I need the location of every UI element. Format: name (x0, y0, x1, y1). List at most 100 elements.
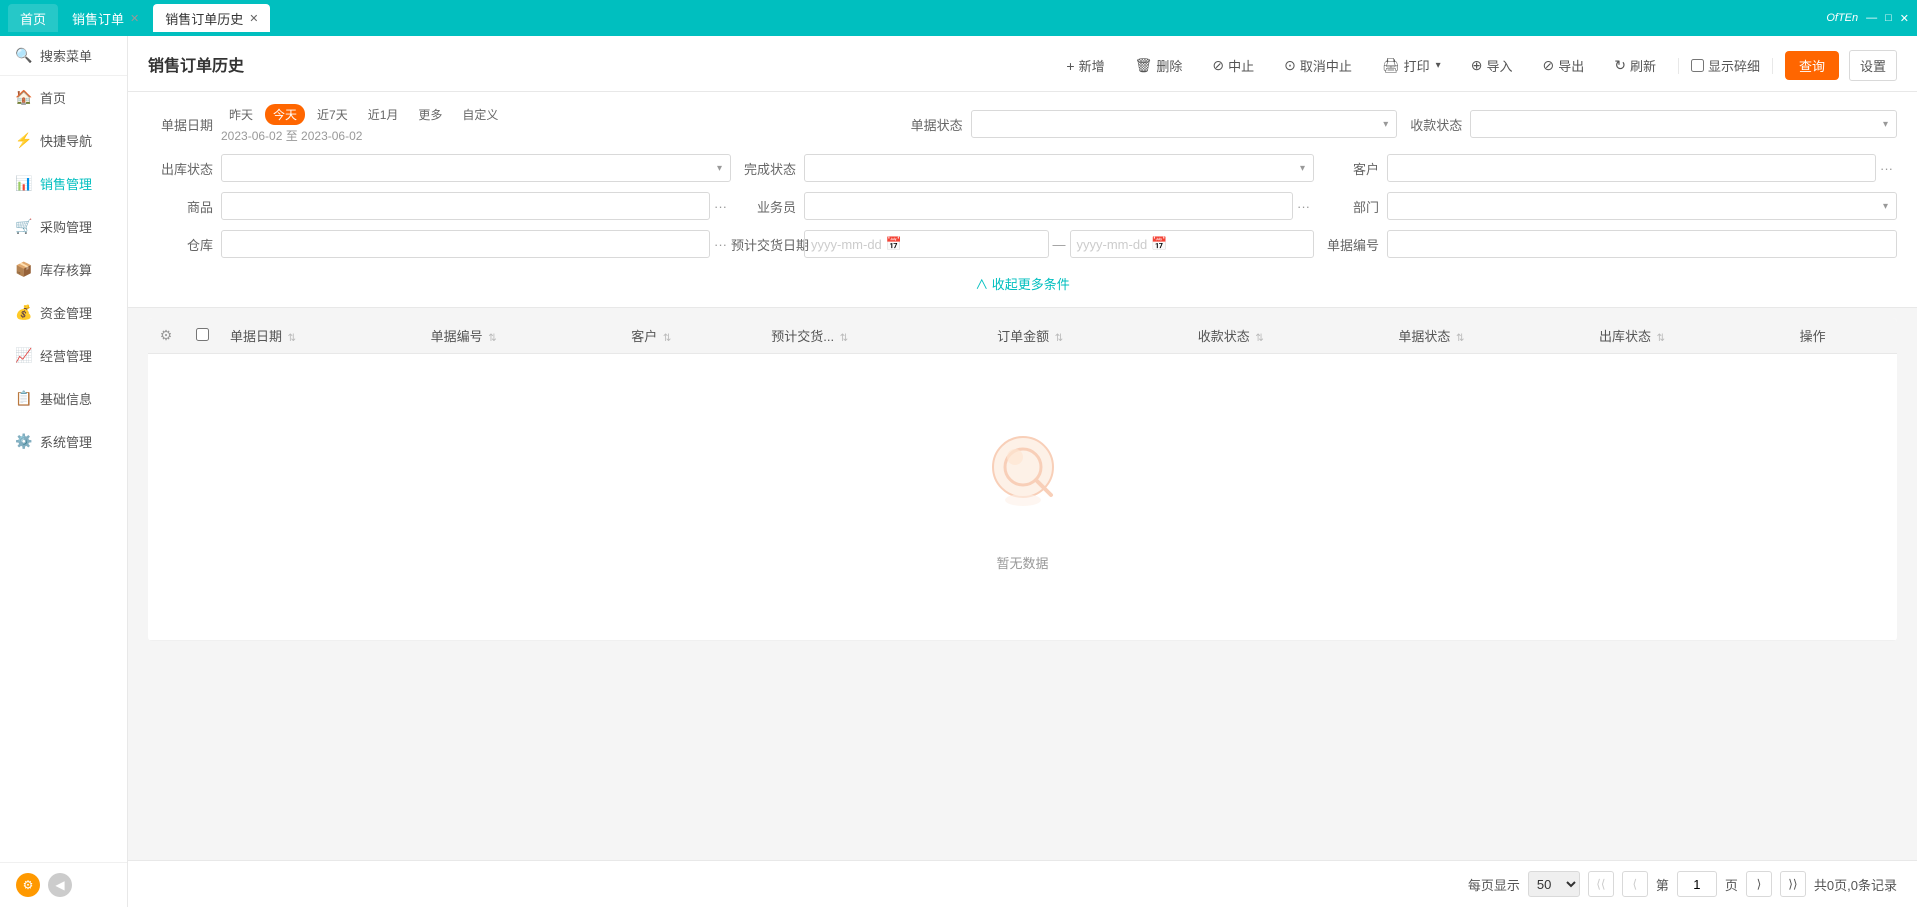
out-status-select[interactable]: ▾ (221, 154, 731, 182)
display-cols-toggle[interactable]: 显示碎细 (1691, 56, 1760, 75)
print-label: 打印 (1404, 56, 1430, 75)
sidebar-item-system[interactable]: ⚙️ 系统管理 (0, 420, 127, 463)
warehouse-label: 仓库 (148, 235, 213, 254)
doc-number-input[interactable] (1387, 230, 1897, 258)
date-tag-more[interactable]: 更多 (410, 104, 450, 125)
product-dotdot[interactable]: ··· (710, 199, 731, 214)
page-num-input[interactable] (1677, 871, 1717, 897)
export-button[interactable]: ⊘ 导出 (1532, 51, 1594, 80)
cancel-stop-icon: ⊙ (1284, 57, 1296, 74)
sidebar-item-inventory[interactable]: 📦 库存核算 (0, 248, 127, 291)
warehouse-input[interactable] (221, 230, 710, 258)
doc-status-select[interactable]: ▾ (971, 110, 1398, 138)
calendar-to-icon[interactable]: 📅 (1151, 236, 1167, 252)
import-button[interactable]: ⊕ 导入 (1461, 51, 1523, 80)
date-tag-1month[interactable]: 近1月 (360, 104, 407, 125)
sidebar-collapse-icon[interactable]: ◀ (48, 873, 72, 897)
col-amount-sort[interactable]: ⇅ (1055, 333, 1063, 344)
tab-sales-order-history-close[interactable]: ✕ (249, 12, 258, 25)
sidebar-item-quick-nav[interactable]: ⚡ 快捷导航 (0, 119, 127, 162)
payment-status-select[interactable]: ▾ (1470, 110, 1897, 138)
filter-dept-field: 部门 ▾ (1314, 192, 1897, 220)
sidebar-item-home[interactable]: 🏠 首页 (0, 76, 127, 119)
product-input[interactable] (221, 192, 710, 220)
tab-sales-order[interactable]: 销售订单 ✕ (60, 4, 151, 32)
stop-button[interactable]: ⊘ 中止 (1202, 51, 1264, 80)
first-page-btn[interactable]: ⟨⟨ (1588, 871, 1614, 897)
col-payment-status-sort[interactable]: ⇅ (1255, 333, 1263, 344)
table-body: 暂无数据 (148, 354, 1897, 641)
tab-sales-order-close[interactable]: ✕ (130, 12, 139, 25)
date-tag-today[interactable]: 今天 (265, 104, 305, 125)
last-page-btn[interactable]: ⟩⟩ (1780, 871, 1806, 897)
delivery-date-from[interactable]: yyyy-mm-dd 📅 (804, 230, 1049, 258)
stop-label: 中止 (1228, 56, 1254, 75)
sidebar: 🔍 搜索菜单 🏠 首页 ⚡ 快捷导航 📊 销售管理 🛒 采购管理 📦 库存 (0, 36, 128, 907)
col-number-sort[interactable]: ⇅ (488, 333, 496, 344)
calendar-from-icon[interactable]: 📅 (886, 236, 902, 252)
sidebar-item-sales-label: 销售管理 (40, 174, 92, 193)
refresh-button[interactable]: ↻ 刷新 (1604, 51, 1666, 80)
sidebar-item-purchase-label: 采购管理 (40, 217, 92, 236)
next-page-btn[interactable]: ⟩ (1746, 871, 1772, 897)
col-delivery-sort[interactable]: ⇅ (840, 333, 848, 344)
col-customer[interactable]: 客户 ⇅ (621, 318, 761, 354)
col-customer-sort[interactable]: ⇅ (663, 333, 671, 344)
customer-input[interactable] (1387, 154, 1876, 182)
tab-home-label: 首页 (20, 9, 46, 28)
select-all-checkbox[interactable] (196, 328, 209, 341)
sidebar-search[interactable]: 🔍 搜索菜单 (0, 36, 127, 76)
sidebar-item-quick-nav-label: 快捷导航 (40, 131, 92, 150)
col-delivery-label: 预计交货... (771, 329, 834, 344)
col-doc-status-sort[interactable]: ⇅ (1456, 333, 1464, 344)
customer-label: 客户 (1314, 159, 1379, 178)
date-tag-custom[interactable]: 自定义 (454, 104, 506, 125)
sidebar-item-home-label: 首页 (40, 88, 66, 107)
maximize-btn[interactable]: □ (1885, 12, 1892, 24)
salesperson-input[interactable] (804, 192, 1293, 220)
table-settings-icon[interactable]: ⚙ (160, 327, 173, 343)
date-tag-yesterday[interactable]: 昨天 (221, 104, 261, 125)
new-button[interactable]: + 新增 (1056, 51, 1114, 80)
col-doc-status[interactable]: 单据状态 ⇅ (1388, 318, 1589, 354)
salesperson-dotdot[interactable]: ··· (1293, 199, 1314, 214)
warehouse-dotdot[interactable]: ··· (710, 237, 731, 252)
sidebar-item-base[interactable]: 📋 基础信息 (0, 377, 127, 420)
sidebar-item-purchase[interactable]: 🛒 采购管理 (0, 205, 127, 248)
col-payment-status[interactable]: 收款状态 ⇅ (1188, 318, 1389, 354)
sidebar-item-operation[interactable]: 📈 经营管理 (0, 334, 127, 377)
sidebar-item-sales[interactable]: 📊 销售管理 (0, 162, 127, 205)
delete-button[interactable]: 🗑 删除 (1125, 51, 1193, 80)
prev-page-btn[interactable]: ⟨ (1622, 871, 1648, 897)
dept-select[interactable]: ▾ (1387, 192, 1897, 220)
close-btn[interactable]: ✕ (1900, 12, 1909, 25)
settings-button[interactable]: 设置 (1849, 50, 1897, 81)
customer-dotdot[interactable]: ··· (1876, 161, 1897, 176)
page-title: 销售订单历史 (148, 52, 244, 90)
col-number[interactable]: 单据编号 ⇅ (421, 318, 622, 354)
top-bar-right: OfTEn — □ ✕ (1826, 12, 1909, 25)
dept-arrow: ▾ (1883, 201, 1888, 212)
tab-home[interactable]: 首页 (8, 4, 58, 32)
complete-status-select[interactable]: ▾ (804, 154, 1314, 182)
col-delivery[interactable]: 预计交货... ⇅ (761, 318, 987, 354)
collapse-bar[interactable]: ∧ 收起更多条件 (148, 268, 1897, 295)
sidebar-item-finance[interactable]: 💰 资金管理 (0, 291, 127, 334)
total-info: 共0页,0条记录 (1814, 875, 1897, 894)
query-button[interactable]: 查询 (1785, 51, 1839, 80)
cancel-stop-button[interactable]: ⊙ 取消中止 (1274, 51, 1362, 80)
display-cols-checkbox[interactable] (1691, 59, 1704, 72)
tab-sales-order-history[interactable]: 销售订单历史 ✕ (153, 4, 270, 32)
col-date-sort[interactable]: ⇅ (288, 333, 296, 344)
print-button[interactable]: 🖨 打印 ▾ (1372, 51, 1451, 80)
date-tag-7days[interactable]: 近7天 (309, 104, 356, 125)
col-date[interactable]: 单据日期 ⇅ (220, 318, 421, 354)
col-out-status[interactable]: 出库状态 ⇅ (1589, 318, 1790, 354)
col-out-status-sort[interactable]: ⇅ (1657, 333, 1665, 344)
page-size-select[interactable]: 50 10 20 100 (1528, 871, 1580, 897)
col-amount[interactable]: 订单金额 ⇅ (987, 318, 1188, 354)
minimize-btn[interactable]: — (1866, 12, 1877, 24)
delivery-date-to[interactable]: yyyy-mm-dd 📅 (1070, 230, 1315, 258)
filter-doc-status-field: 单据状态 ▾ (898, 110, 1398, 138)
sidebar-settings-icon[interactable]: ⚙ (16, 873, 40, 897)
